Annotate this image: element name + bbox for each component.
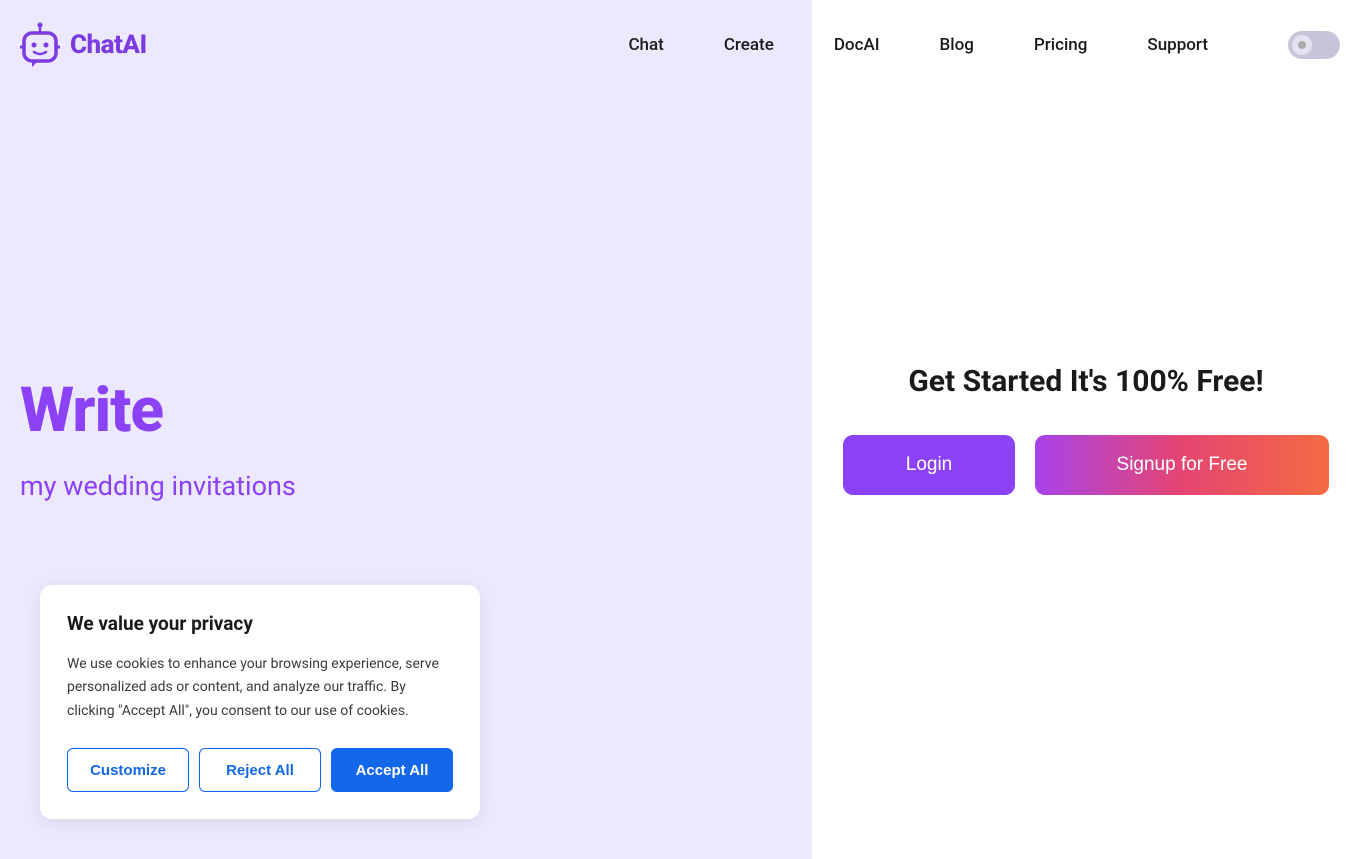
nav-docai[interactable]: DocAI — [834, 35, 880, 55]
robot-icon — [20, 21, 60, 69]
hero-subtitle: my wedding invitations — [20, 470, 296, 502]
nav-chat[interactable]: Chat — [628, 35, 663, 55]
nav-create[interactable]: Create — [724, 35, 774, 55]
nav-support[interactable]: Support — [1147, 35, 1208, 55]
header: ChatAI Chat Create DocAI Blog Pricing Su… — [0, 0, 1360, 90]
cookie-accept-button[interactable]: Accept All — [331, 748, 453, 792]
cookie-consent-banner: We value your privacy We use cookies to … — [40, 585, 480, 819]
auth-panel: Get Started It's 100% Free! Login Signup… — [812, 0, 1360, 859]
nav-blog[interactable]: Blog — [940, 35, 974, 55]
main-nav: Chat Create DocAI Blog Pricing Support — [628, 31, 1340, 59]
nav-pricing[interactable]: Pricing — [1034, 35, 1088, 55]
cookie-customize-button[interactable]: Customize — [67, 748, 189, 792]
login-button[interactable]: Login — [843, 435, 1015, 495]
get-started-heading: Get Started It's 100% Free! — [843, 364, 1329, 399]
cookie-reject-button[interactable]: Reject All — [199, 748, 321, 792]
logo[interactable]: ChatAI — [20, 21, 147, 69]
sun-icon — [1292, 35, 1312, 55]
theme-toggle[interactable] — [1288, 31, 1340, 59]
cookie-title: We value your privacy — [67, 612, 453, 635]
brand-name: ChatAI — [70, 30, 147, 60]
hero-title: Write — [20, 380, 296, 442]
cookie-body: We use cookies to enhance your browsing … — [67, 653, 453, 724]
signup-button[interactable]: Signup for Free — [1035, 435, 1329, 495]
